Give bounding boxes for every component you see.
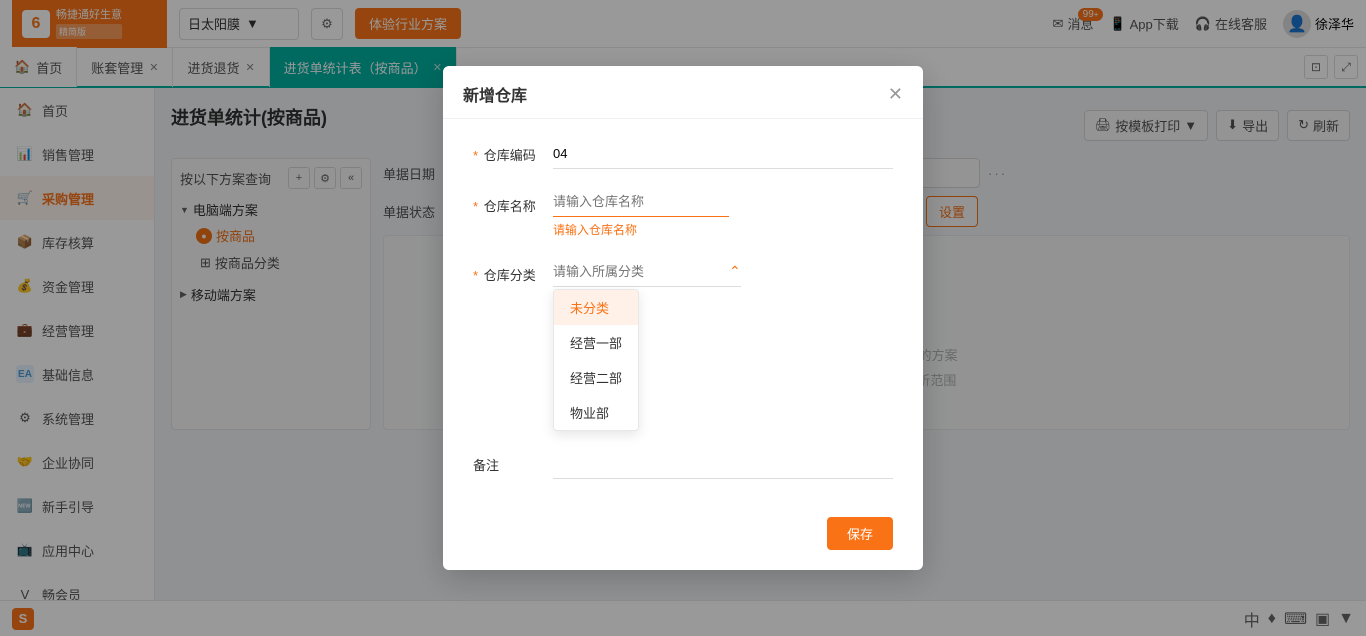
warehouse-code-input[interactable] [553, 139, 893, 169]
warehouse-name-error: 请输入仓库名称 [473, 221, 637, 238]
warehouse-note-row: 备注 [473, 449, 893, 479]
warehouse-name-row: * 仓库名称 请输入仓库名称 [473, 187, 893, 238]
warehouse-code-label: * 仓库编码 [473, 139, 553, 164]
category-input[interactable] [553, 256, 729, 286]
modal-body: * 仓库编码 * 仓库名称 请输入仓库名称 [443, 119, 923, 517]
category-input-wrapper: ⌃ [553, 256, 741, 287]
warehouse-name-field-row: * 仓库名称 [473, 187, 729, 217]
new-warehouse-modal: 新增仓库 ✕ * 仓库编码 * 仓库名称 [443, 66, 923, 570]
warehouse-note-input[interactable] [553, 449, 893, 479]
dropdown-item-unclassified[interactable]: 未分类 [554, 290, 638, 325]
warehouse-name-input[interactable] [553, 187, 729, 217]
dropdown-item-dept2[interactable]: 经营二部 [554, 360, 638, 395]
dropdown-item-dept1[interactable]: 经营一部 [554, 325, 638, 360]
warehouse-name-error-text: 请输入仓库名称 [553, 223, 637, 237]
warehouse-code-row: * 仓库编码 [473, 139, 893, 169]
warehouse-name-label: * 仓库名称 [473, 190, 553, 215]
modal-header: 新增仓库 ✕ [443, 66, 923, 119]
required-star: * [473, 148, 478, 163]
modal-overlay: 新增仓库 ✕ * 仓库编码 * 仓库名称 [0, 0, 1366, 636]
warehouse-category-row: * 仓库分类 ⌃ 未分类 经营一部 经营二部 物业部 [473, 256, 893, 431]
required-star-3: * [473, 268, 478, 283]
warehouse-category-field-row: * 仓库分类 ⌃ [473, 256, 741, 287]
dropdown-item-property[interactable]: 物业部 [554, 395, 638, 430]
category-dropdown: 未分类 经营一部 经营二部 物业部 [553, 289, 639, 431]
modal-title: 新增仓库 [463, 82, 527, 106]
category-dropdown-container: 未分类 经营一部 经营二部 物业部 [553, 287, 639, 431]
modal-close-button[interactable]: ✕ [888, 84, 903, 105]
modal-footer: 保存 [443, 517, 923, 550]
warehouse-category-label: * 仓库分类 [473, 259, 553, 284]
warehouse-note-label: 备注 [473, 449, 553, 474]
required-star-2: * [473, 199, 478, 214]
category-toggle-icon[interactable]: ⌃ [729, 263, 741, 280]
save-button[interactable]: 保存 [827, 517, 893, 550]
